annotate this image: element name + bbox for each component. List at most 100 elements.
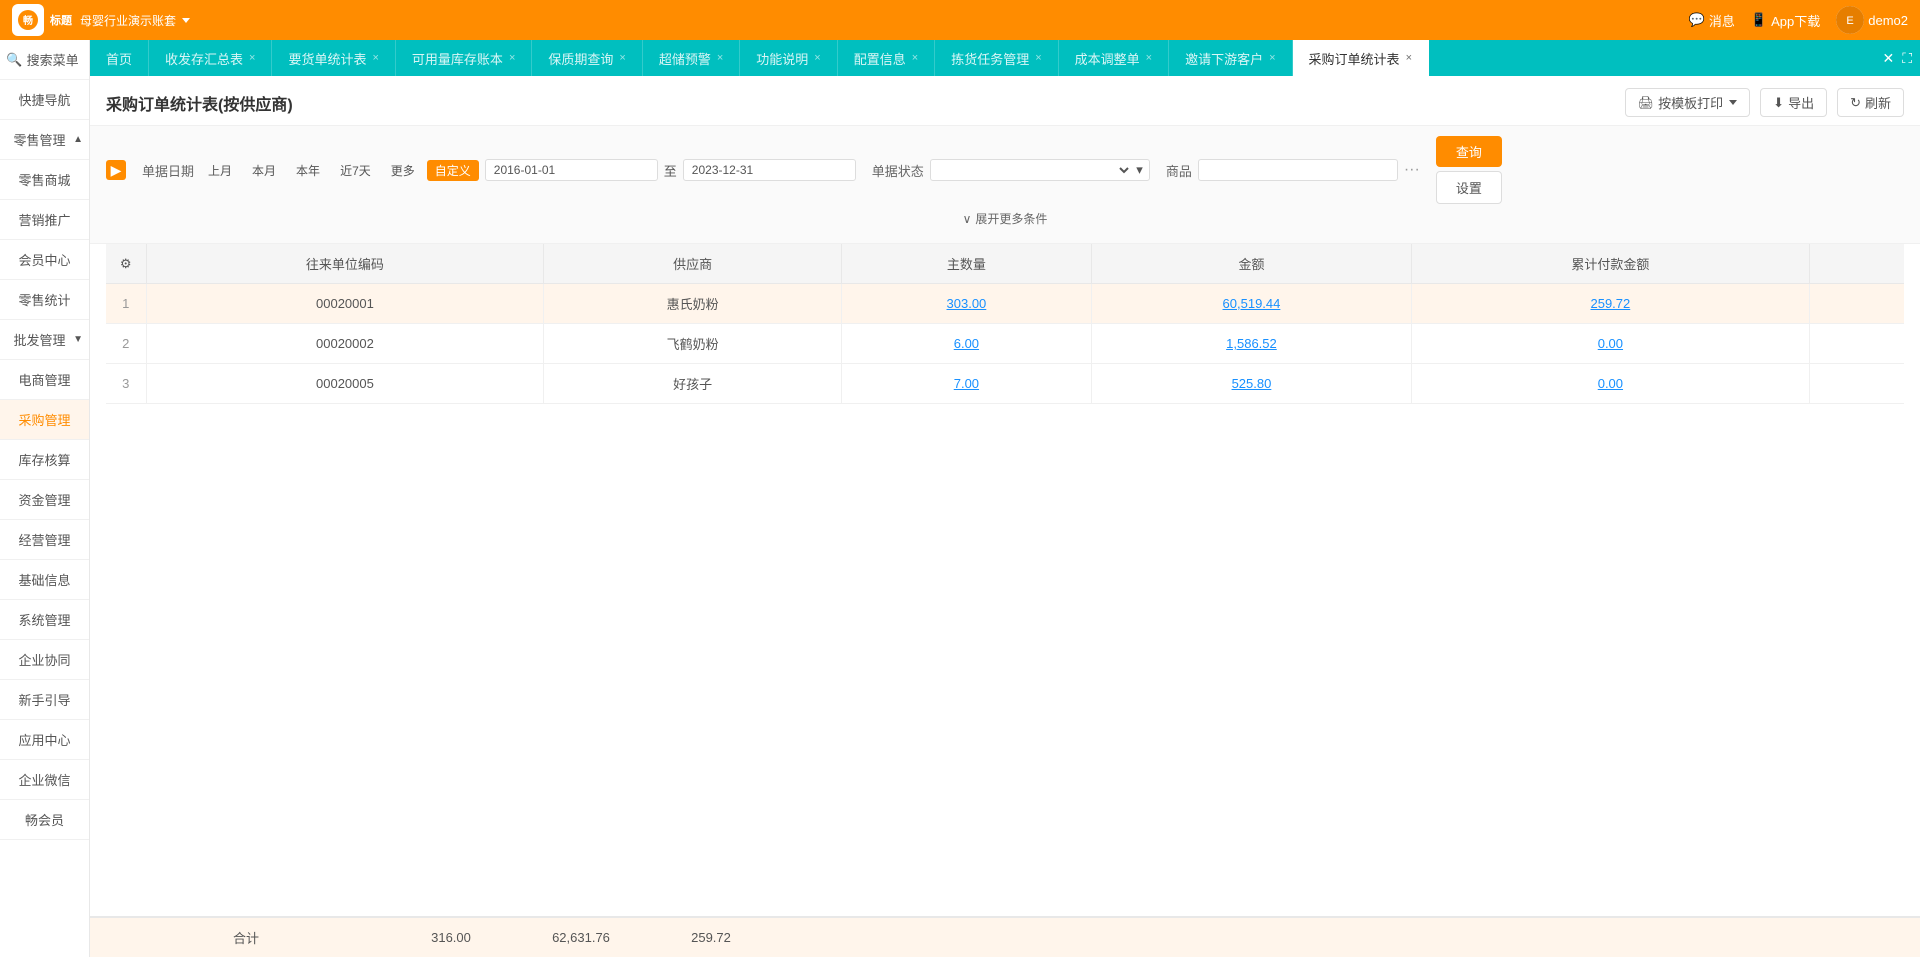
row-code-2: 00020002 <box>146 324 544 364</box>
refresh-button[interactable]: ↻ 刷新 <box>1837 88 1904 117</box>
status-filter-label: 单据状态 <box>872 161 924 180</box>
sidebar-item-purchase[interactable]: 采购管理 <box>0 400 89 440</box>
page-header-actions: 🖨 按模板打印 ⬇ 导出 ↻ 刷新 <box>1625 88 1904 117</box>
download-icon: 📱 <box>1751 12 1767 28</box>
status-select-arrow: ▾ <box>1136 162 1143 178</box>
app-download-button[interactable]: 📱 App下载 <box>1751 11 1820 30</box>
date-to-input[interactable] <box>683 159 856 181</box>
tab-warranty[interactable]: 保质期查询 × <box>532 40 642 76</box>
fullscreen-button[interactable]: ⛶ <box>1902 50 1912 67</box>
tab-overstock[interactable]: 超储预警 × <box>643 40 740 76</box>
sidebar-item-member[interactable]: 会员中心 <box>0 240 89 280</box>
sidebar-item-vip[interactable]: 畅会员 <box>0 800 89 840</box>
date-from-input[interactable] <box>485 159 658 181</box>
tab-close-pick-task[interactable]: × <box>1035 52 1041 64</box>
date-filter-label: 单据日期 <box>142 161 194 180</box>
tab-close-config[interactable]: × <box>912 52 918 64</box>
export-button[interactable]: ⬇ 导出 <box>1760 88 1827 117</box>
tab-inventory-ledger[interactable]: 可用量库存账本 × <box>396 40 532 76</box>
search-button[interactable]: 查询 <box>1436 136 1502 167</box>
filter-toggle-button[interactable]: ▶ <box>106 160 126 180</box>
tab-close-purchase-stat[interactable]: × <box>1406 52 1412 64</box>
sidebar-item-operations[interactable]: 经营管理 <box>0 520 89 560</box>
export-icon: ⬇ <box>1773 95 1784 111</box>
sidebar-item-basic-info[interactable]: 基础信息 <box>0 560 89 600</box>
row-amount-1: 60,519.44 <box>1091 284 1411 324</box>
sidebar-item-enterprise[interactable]: 企业协同 <box>0 640 89 680</box>
tab-close-receive-send[interactable]: × <box>249 52 255 64</box>
close-all-tabs-button[interactable]: ✕ <box>1882 50 1894 67</box>
sidebar-item-wholesale[interactable]: 批发管理 ▼ <box>0 320 89 360</box>
sidebar-item-new-guide[interactable]: 新手引导 <box>0 680 89 720</box>
sidebar-search[interactable]: 🔍 搜索菜单 <box>0 40 89 80</box>
tab-home[interactable]: 首页 <box>90 40 149 76</box>
tab-close-warranty[interactable]: × <box>619 52 625 64</box>
nav-tabs: 首页 收发存汇总表 × 要货单统计表 × 可用量库存账本 × 保质期查询 × 超… <box>90 40 1920 76</box>
message-icon: 💬 <box>1689 12 1705 28</box>
goods-more-icon[interactable]: ··· <box>1404 161 1420 179</box>
footer-label: 合计 <box>106 928 386 947</box>
sidebar-item-enterprise-wechat[interactable]: 企业微信 <box>0 760 89 800</box>
filter-row-main: ▶ 单据日期 上月 本月 本年 近7天 更多 自定义 至 <box>106 136 1904 204</box>
tab-purchase-stat[interactable]: 采购订单统计表 × <box>1293 40 1429 76</box>
sidebar-item-sys-manage[interactable]: 系统管理 <box>0 600 89 640</box>
sidebar-item-app-center[interactable]: 应用中心 <box>0 720 89 760</box>
tab-pick-task[interactable]: 拣货任务管理 × <box>935 40 1058 76</box>
row-extra-2 <box>1809 324 1904 364</box>
row-supplier-2: 飞鹤奶粉 <box>544 324 841 364</box>
date-shortcut-custom[interactable]: 自定义 <box>427 160 479 181</box>
tab-close-goods-stat[interactable]: × <box>372 52 378 64</box>
message-button[interactable]: 💬 消息 <box>1689 11 1735 30</box>
row-amount-3: 525.80 <box>1091 364 1411 404</box>
logo-icon: 畅 <box>12 4 44 36</box>
page-content: 采购订单统计表(按供应商) 🖨 按模板打印 ⬇ 导出 ↻ 刷新 <box>90 76 1920 957</box>
workspace-title[interactable]: 母婴行业演示账套 <box>80 12 190 29</box>
tab-close-inventory-ledger[interactable]: × <box>509 52 515 64</box>
date-shortcut-more[interactable]: 更多 <box>383 160 423 181</box>
col-paid: 累计付款金额 <box>1411 244 1809 284</box>
footer-quantity: 316.00 <box>386 930 516 945</box>
tab-close-cost-adjust[interactable]: × <box>1146 52 1152 64</box>
tab-close-invite-downstream[interactable]: × <box>1269 52 1275 64</box>
tab-cost-adjust[interactable]: 成本调整单 × <box>1059 40 1169 76</box>
date-shortcut-7days[interactable]: 近7天 <box>332 160 379 181</box>
sidebar-item-retail-mall[interactable]: 零售商城 <box>0 160 89 200</box>
nav-tabs-actions: ✕ ⛶ <box>1874 50 1920 67</box>
sidebar-item-inventory[interactable]: 库存核算 <box>0 440 89 480</box>
date-shortcut-last-month[interactable]: 上月 <box>200 160 240 181</box>
wholesale-expand-icon: ▼ <box>73 334 83 345</box>
sidebar-item-marketing[interactable]: 营销推广 <box>0 200 89 240</box>
print-button[interactable]: 🖨 按模板打印 <box>1625 88 1751 117</box>
status-select[interactable] <box>937 162 1132 178</box>
date-range-separator: 至 <box>664 161 677 180</box>
date-shortcut-this-year[interactable]: 本年 <box>288 160 328 181</box>
page-header: 采购订单统计表(按供应商) 🖨 按模板打印 ⬇ 导出 ↻ 刷新 <box>90 76 1920 126</box>
tab-close-overstock[interactable]: × <box>717 52 723 64</box>
tab-func-desc[interactable]: 功能说明 × <box>740 40 837 76</box>
main-layout: 🔍 搜索菜单 快捷导航 零售管理 ▲ 零售商城 营销推广 会员中心 零售统计 批… <box>0 40 1920 957</box>
print-icon: 🖨 <box>1638 95 1655 111</box>
logo-text: 标题 <box>50 12 72 28</box>
tab-invite-downstream[interactable]: 邀请下游客户 × <box>1169 40 1292 76</box>
tab-goods-stat[interactable]: 要货单统计表 × <box>272 40 395 76</box>
filter-action-buttons: 查询 设置 <box>1436 136 1502 204</box>
footer-paid: 259.72 <box>646 930 776 945</box>
goods-input[interactable] <box>1198 159 1398 181</box>
settings-button[interactable]: 设置 <box>1436 171 1502 204</box>
tab-close-func-desc[interactable]: × <box>814 52 820 64</box>
sidebar-item-finance[interactable]: 资金管理 <box>0 480 89 520</box>
sidebar-item-retail-stat[interactable]: 零售统计 <box>0 280 89 320</box>
status-select-wrapper[interactable]: ▾ <box>930 159 1150 181</box>
date-shortcuts: 上月 本月 本年 近7天 更多 自定义 <box>200 160 479 181</box>
sidebar-item-retail[interactable]: 零售管理 ▲ <box>0 120 89 160</box>
user-menu-button[interactable]: E demo2 <box>1836 6 1908 34</box>
row-paid-3: 0.00 <box>1411 364 1809 404</box>
workspace-dropdown-icon[interactable] <box>182 18 190 23</box>
date-shortcut-this-month[interactable]: 本月 <box>244 160 284 181</box>
column-settings-icon[interactable]: ⚙ <box>120 256 132 271</box>
sidebar-item-ecommerce[interactable]: 电商管理 <box>0 360 89 400</box>
tab-receive-send[interactable]: 收发存汇总表 × <box>149 40 272 76</box>
sidebar-quick-nav[interactable]: 快捷导航 <box>0 80 89 120</box>
tab-config[interactable]: 配置信息 × <box>838 40 935 76</box>
expand-more-button[interactable]: ∨ 展开更多条件 <box>106 204 1904 233</box>
